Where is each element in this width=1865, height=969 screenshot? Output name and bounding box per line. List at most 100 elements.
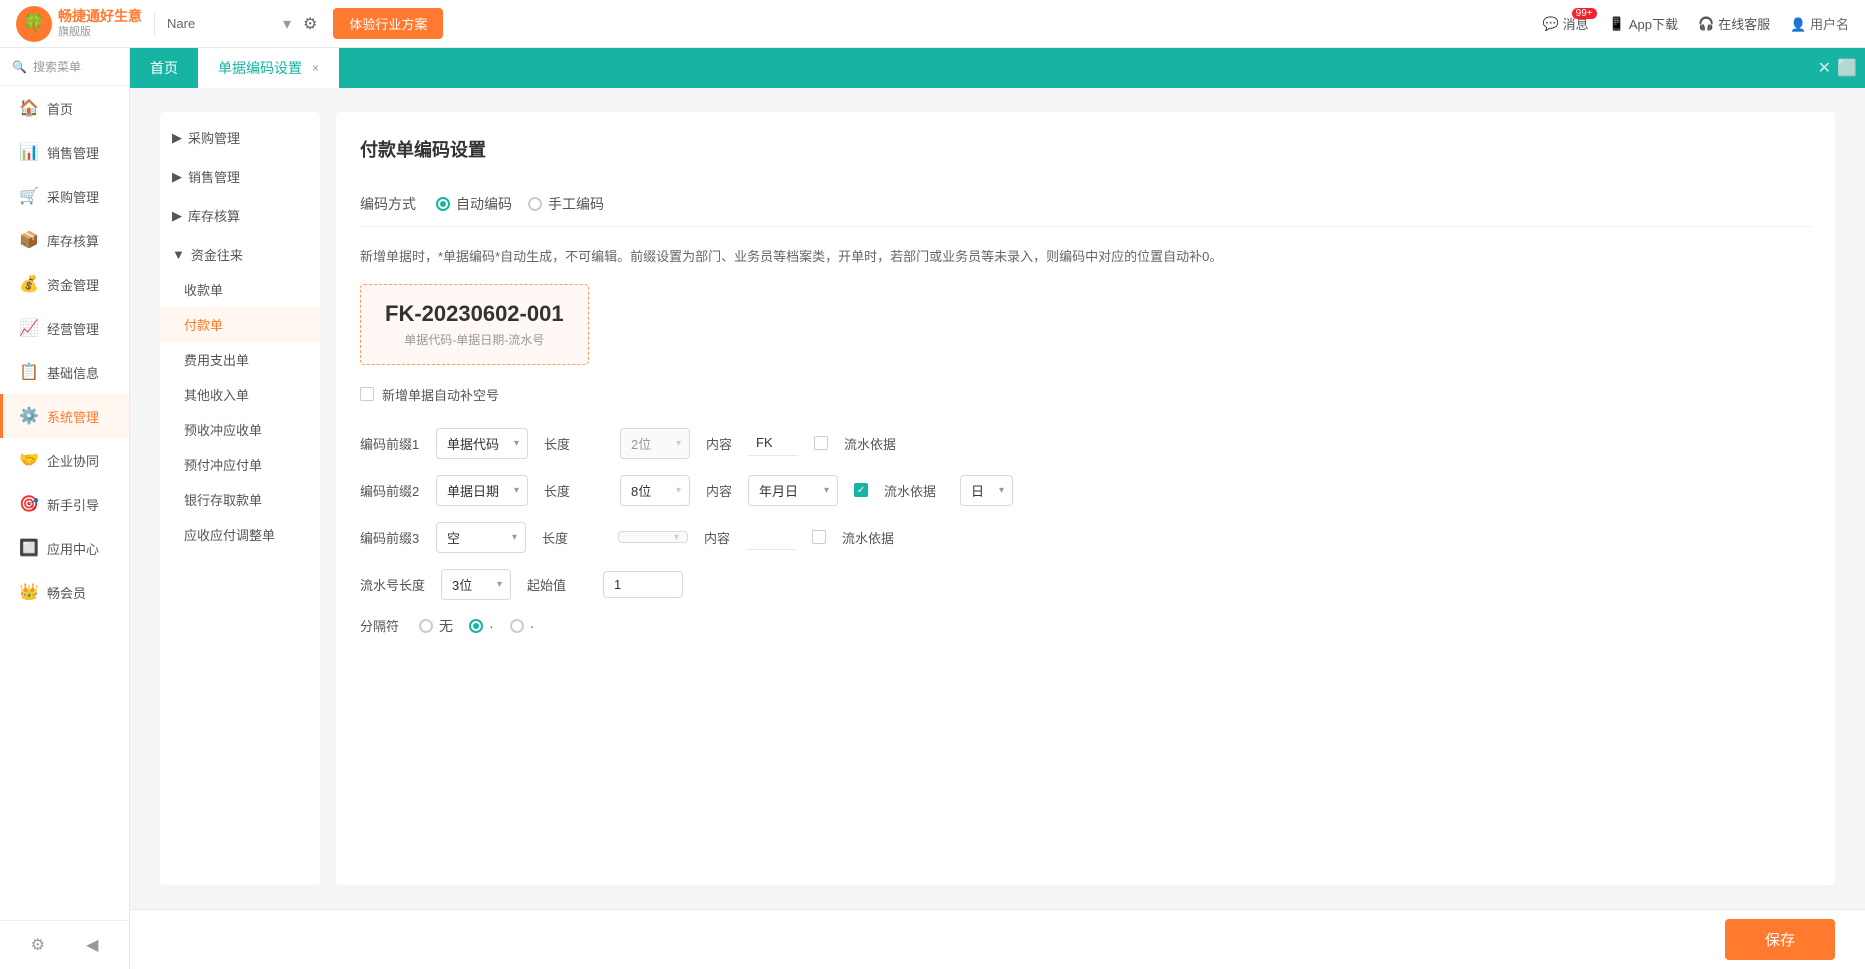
length1-value: 2位 xyxy=(631,434,651,453)
content2-select[interactable]: 年月日 xyxy=(748,475,838,506)
separator-label: 分隔符 xyxy=(360,616,399,635)
auto-fill-checkbox[interactable] xyxy=(360,387,374,401)
save-button[interactable]: 保存 xyxy=(1725,919,1835,960)
search-menu-button[interactable]: 🔍 搜索菜单 xyxy=(0,48,129,86)
trial-button[interactable]: 体验行业方案 xyxy=(333,8,443,39)
search-label: 搜索菜单 xyxy=(33,58,81,75)
expand-tab-action[interactable]: ⬜ xyxy=(1837,58,1857,78)
collapse-sidebar-button[interactable]: ◀ xyxy=(78,931,106,959)
sidebar-item-enterprise[interactable]: 🤝 企业协同 xyxy=(0,438,129,482)
user-area[interactable]: 👤 用户名 xyxy=(1790,14,1849,33)
sidebar-label-newguide: 新手引导 xyxy=(47,495,99,514)
content3-input[interactable] xyxy=(746,524,796,550)
content1-input[interactable] xyxy=(748,430,798,456)
sidebar: 🔍 搜索菜单 🏠 首页 📊 销售管理 🛒 采购管理 📦 库存核算 💰 xyxy=(0,48,130,969)
gear-icon[interactable]: ⚙ xyxy=(299,10,321,38)
close-tab-action[interactable]: ✕ xyxy=(1818,58,1831,78)
sidebar-item-operation[interactable]: 📈 经营管理 xyxy=(0,306,129,350)
sub-group-purchase-title[interactable]: ▶ 采购管理 xyxy=(160,120,320,155)
length2-select[interactable]: 8位 xyxy=(620,475,690,506)
sidebar-item-system[interactable]: ⚙️ 系统管理 xyxy=(0,394,129,438)
sub-item-payment[interactable]: 付款单 xyxy=(160,307,320,342)
radio-auto-circle[interactable] xyxy=(436,197,450,211)
settings-footer-button[interactable]: ⚙ xyxy=(23,931,53,959)
prefix-row-3: 编码前缀3 空 长度 内容 流水依据 xyxy=(360,522,1811,553)
radio-auto[interactable]: 自动编码 xyxy=(436,194,512,214)
topbar-controls: ▾ ⚙ xyxy=(279,10,321,38)
tab-home[interactable]: 首页 xyxy=(130,48,198,88)
sidebar-item-purchase[interactable]: 🛒 采购管理 xyxy=(0,174,129,218)
sidebar-item-basic[interactable]: 📋 基础信息 xyxy=(0,350,129,394)
chevron-right-icon: ▶ xyxy=(172,130,182,146)
sep-dot[interactable]: · xyxy=(469,618,494,634)
sub-group-funds-title[interactable]: ▼ 资金往来 xyxy=(160,237,320,272)
online-service-button[interactable]: 🎧 在线客服 xyxy=(1698,14,1770,33)
topbar-left: 🍀 畅捷通好生意 旗舰版 Nare ▾ ⚙ 体验行业方案 xyxy=(16,6,443,42)
logo-text: 畅捷通好生意 旗舰版 xyxy=(58,7,142,39)
tab-coding[interactable]: 单据编码设置 × xyxy=(198,48,339,88)
serial1-checkbox[interactable] xyxy=(814,436,828,450)
basic-icon: 📋 xyxy=(19,362,39,382)
sep-dot-circle[interactable] xyxy=(469,619,483,633)
content2-value: 年月日 xyxy=(759,481,798,500)
chevron-down-icon[interactable]: ▾ xyxy=(279,10,295,38)
auto-fill-label: 新增单据自动补空号 xyxy=(382,385,499,404)
serial2-checkbox[interactable]: ✓ xyxy=(854,483,868,497)
sep-dash[interactable]: · xyxy=(510,618,535,634)
length3-select[interactable] xyxy=(618,531,688,543)
radio-manual-circle[interactable] xyxy=(528,197,542,211)
message-button[interactable]: 💬 消息 99+ xyxy=(1542,14,1588,33)
sep-none-circle[interactable] xyxy=(419,619,433,633)
serial-length-select[interactable]: 3位 xyxy=(441,569,511,600)
newguide-icon: 🎯 xyxy=(19,494,39,514)
app-download-button[interactable]: 📱 App下载 xyxy=(1609,14,1678,33)
day-select[interactable]: 日 xyxy=(960,475,1013,506)
content3-label: 内容 xyxy=(704,528,730,547)
sidebar-item-home[interactable]: 🏠 首页 xyxy=(0,86,129,130)
coding-method-label: 编码方式 xyxy=(360,194,416,214)
sub-item-other-income[interactable]: 其他收入单 xyxy=(160,377,320,412)
operation-icon: 📈 xyxy=(19,318,39,338)
length1-select[interactable]: 2位 xyxy=(620,428,690,459)
sidebar-label-member: 畅会员 xyxy=(47,583,86,602)
sep-dash-label: · xyxy=(530,618,535,634)
tab-close-icon[interactable]: × xyxy=(312,61,319,75)
sep-dash-circle[interactable] xyxy=(510,619,524,633)
sub-item-expense[interactable]: 费用支出单 xyxy=(160,342,320,377)
sub-item-pre-receivable[interactable]: 预收冲应收单 xyxy=(160,412,320,447)
prefix1-select[interactable]: 单据代码 xyxy=(436,428,528,459)
form-panel: 付款单编码设置 编码方式 自动编码 手工编码 xyxy=(336,112,1835,885)
sep-none-label: 无 xyxy=(439,616,453,636)
radio-group: 自动编码 手工编码 xyxy=(436,194,604,214)
sidebar-item-member[interactable]: 👑 畅会员 xyxy=(0,570,129,614)
sub-item-receipt[interactable]: 收款单 xyxy=(160,272,320,307)
logo-icon: 🍀 xyxy=(16,6,52,42)
prefix3-select[interactable]: 空 xyxy=(436,522,526,553)
page-inner: ▶ 采购管理 ▶ 销售管理 ▶ 库存核算 xyxy=(160,112,1835,885)
sidebar-label-home: 首页 xyxy=(47,99,73,118)
sidebar-item-apps[interactable]: 🔲 应用中心 xyxy=(0,526,129,570)
enterprise-icon: 🤝 xyxy=(19,450,39,470)
prefix2-select[interactable]: 单据日期 xyxy=(436,475,528,506)
tab-coding-label: 单据编码设置 xyxy=(218,58,302,78)
serial-length-label: 流水号长度 xyxy=(360,575,425,594)
message-badge: 99+ xyxy=(1572,8,1597,19)
sep-none[interactable]: 无 xyxy=(419,616,453,636)
sub-item-pre-payable[interactable]: 预付冲应付单 xyxy=(160,447,320,482)
content1-label: 内容 xyxy=(706,434,732,453)
code-desc: 单据代码-单据日期-流水号 xyxy=(385,331,564,348)
prefix-row-2: 编码前缀2 单据日期 长度 8位 内容 年月日 ✓ 流水依据 xyxy=(360,475,1811,506)
sub-group-inventory-title[interactable]: ▶ 库存核算 xyxy=(160,198,320,233)
sidebar-item-sales[interactable]: 📊 销售管理 xyxy=(0,130,129,174)
radio-manual[interactable]: 手工编码 xyxy=(528,194,604,214)
sub-item-bank[interactable]: 银行存取款单 xyxy=(160,482,320,517)
start-value-input[interactable] xyxy=(603,571,683,598)
sidebar-item-newguide[interactable]: 🎯 新手引导 xyxy=(0,482,129,526)
serial3-checkbox[interactable] xyxy=(812,530,826,544)
sidebar-item-finance[interactable]: 💰 资金管理 xyxy=(0,262,129,306)
sidebar-item-inventory[interactable]: 📦 库存核算 xyxy=(0,218,129,262)
radio-auto-label: 自动编码 xyxy=(456,194,512,214)
page-title: 付款单编码设置 xyxy=(360,136,1811,162)
sub-item-ar-ap-adjust[interactable]: 应收应付调整单 xyxy=(160,517,320,552)
sub-group-sales-title[interactable]: ▶ 销售管理 xyxy=(160,159,320,194)
